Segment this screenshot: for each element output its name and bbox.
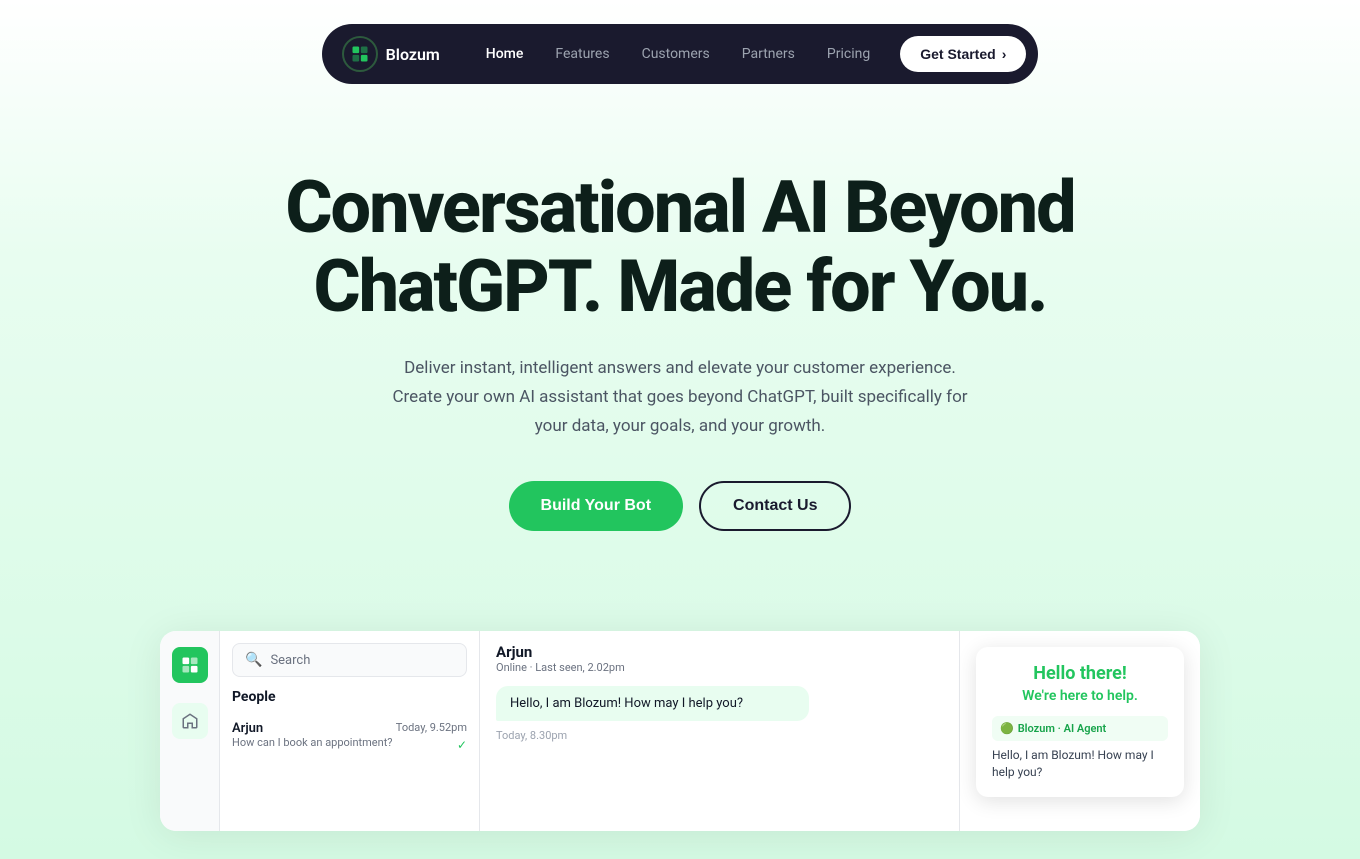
nav-link-pricing[interactable]: Pricing	[813, 38, 884, 70]
contact-us-button[interactable]: Contact Us	[699, 481, 851, 531]
demo-chat-bubble: Hello, I am Blozum! How may I help you?	[496, 686, 809, 721]
demo-chat-name: Arjun	[496, 643, 943, 661]
demo-widget-card: Hello there! We're here to help. 🟢 Blozu…	[976, 647, 1184, 797]
demo-person-time: Today, 9.52pm	[396, 721, 467, 734]
build-your-bot-button[interactable]: Build Your Bot	[509, 481, 684, 531]
demo-sidebar	[160, 631, 220, 831]
demo-sidebar-icon-home	[172, 703, 208, 739]
navbar: Blozum Home Features Customers Partners …	[322, 24, 1039, 84]
hero-title: Conversational AI Beyond ChatGPT. Made f…	[250, 168, 1110, 326]
demo-people-panel: 🔍 Search People Arjun How can I book an …	[220, 631, 480, 831]
demo-widget-subtext: We're here to help.	[992, 688, 1168, 704]
demo-section: 🔍 Search People Arjun How can I book an …	[80, 631, 1280, 831]
demo-widget-panel: Hello there! We're here to help. 🟢 Blozu…	[960, 631, 1200, 831]
demo-sidebar-icon-logo	[172, 647, 208, 683]
demo-person-msg: How can I book an appointment?	[232, 736, 393, 749]
navbar-container: Blozum Home Features Customers Partners …	[0, 0, 1360, 108]
hero-buttons: Build Your Bot Contact Us	[250, 481, 1110, 531]
get-started-button[interactable]: Get Started ›	[900, 36, 1026, 72]
demo-search-input: Search	[270, 653, 310, 668]
nav-links: Home Features Customers Partners Pricing	[472, 38, 884, 70]
demo-chat-panel: Arjun Online · Last seen, 2.02pm Hello, …	[480, 631, 960, 831]
demo-people-heading: People	[232, 689, 467, 705]
hero-section: Conversational AI Beyond ChatGPT. Made f…	[230, 108, 1130, 631]
nav-link-partners[interactable]: Partners	[728, 38, 809, 70]
brand-name: Blozum	[386, 45, 440, 64]
demo-chat-time: Today, 8.30pm	[496, 729, 943, 742]
hero-subtitle: Deliver instant, intelligent answers and…	[380, 354, 980, 441]
message-check-icon: ✓	[457, 738, 467, 752]
demo-widget-greeting: Hello there!	[992, 663, 1168, 684]
arrow-icon: ›	[1002, 46, 1007, 62]
demo-card: 🔍 Search People Arjun How can I book an …	[160, 631, 1200, 831]
demo-person-name: Arjun	[232, 721, 393, 736]
nav-link-home[interactable]: Home	[472, 38, 538, 70]
logo-icon	[342, 36, 378, 72]
search-icon: 🔍	[245, 652, 262, 668]
nav-link-customers[interactable]: Customers	[628, 38, 724, 70]
demo-chat-header: Arjun Online · Last seen, 2.02pm	[496, 643, 943, 674]
demo-search-bar[interactable]: 🔍 Search	[232, 643, 467, 677]
blozum-bot-icon: 🟢	[1000, 722, 1014, 735]
demo-widget-bot-label: 🟢 Blozum · AI Agent	[992, 716, 1168, 741]
nav-link-features[interactable]: Features	[541, 38, 623, 70]
demo-widget-bot-msg: Hello, I am Blozum! How may I help you?	[992, 747, 1168, 781]
demo-chat-status: Online · Last seen, 2.02pm	[496, 661, 943, 674]
nav-logo[interactable]: Blozum	[334, 32, 448, 76]
demo-person-row: Arjun How can I book an appointment? Tod…	[232, 713, 467, 761]
